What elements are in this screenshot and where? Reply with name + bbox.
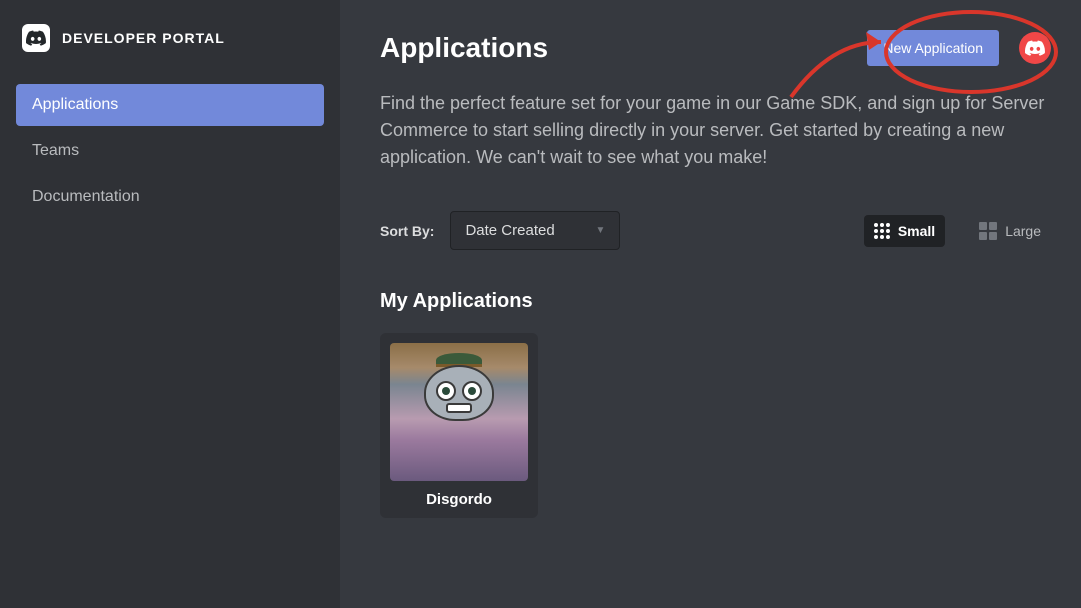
sort-dropdown[interactable]: Date Created ▼ — [450, 211, 620, 250]
application-thumbnail — [390, 343, 528, 481]
chevron-down-icon: ▼ — [596, 225, 606, 236]
discord-icon — [1025, 40, 1045, 56]
sort-section: Sort By: Date Created ▼ — [380, 211, 620, 250]
page-description: Find the perfect feature set for your ga… — [380, 90, 1051, 171]
sidebar: DEVELOPER PORTAL Applications Teams Docu… — [0, 0, 340, 608]
controls-row: Sort By: Date Created ▼ Small Large — [380, 211, 1051, 250]
user-avatar[interactable] — [1019, 32, 1051, 64]
view-label: Large — [1005, 223, 1041, 239]
application-name: Disgordo — [390, 491, 528, 508]
header-actions: New Application — [867, 30, 1051, 66]
sort-label: Sort By: — [380, 223, 434, 239]
nav-label: Applications — [32, 96, 118, 113]
main-content: Applications New Application Find the pe… — [340, 0, 1081, 608]
my-applications-heading: My Applications — [380, 290, 1051, 313]
nav-item-documentation[interactable]: Documentation — [16, 176, 324, 218]
header-row: Applications New Application — [380, 30, 1051, 66]
view-toggle-small[interactable]: Small — [864, 215, 945, 247]
nav-label: Teams — [32, 142, 79, 159]
grid-small-icon — [874, 223, 890, 239]
page-title: Applications — [380, 32, 548, 64]
grid-large-icon — [979, 222, 997, 240]
nav-label: Documentation — [32, 188, 140, 205]
view-toggles: Small Large — [864, 214, 1051, 248]
view-toggle-large[interactable]: Large — [969, 214, 1051, 248]
application-card[interactable]: Disgordo — [380, 333, 538, 518]
nav-item-teams[interactable]: Teams — [16, 130, 324, 172]
nav-item-applications[interactable]: Applications — [16, 84, 324, 126]
portal-title: DEVELOPER PORTAL — [62, 30, 225, 46]
brand-section: DEVELOPER PORTAL — [16, 24, 324, 52]
new-application-button[interactable]: New Application — [867, 30, 999, 66]
sort-selected: Date Created — [465, 222, 554, 239]
view-label: Small — [898, 223, 935, 239]
discord-logo-icon — [22, 24, 50, 52]
